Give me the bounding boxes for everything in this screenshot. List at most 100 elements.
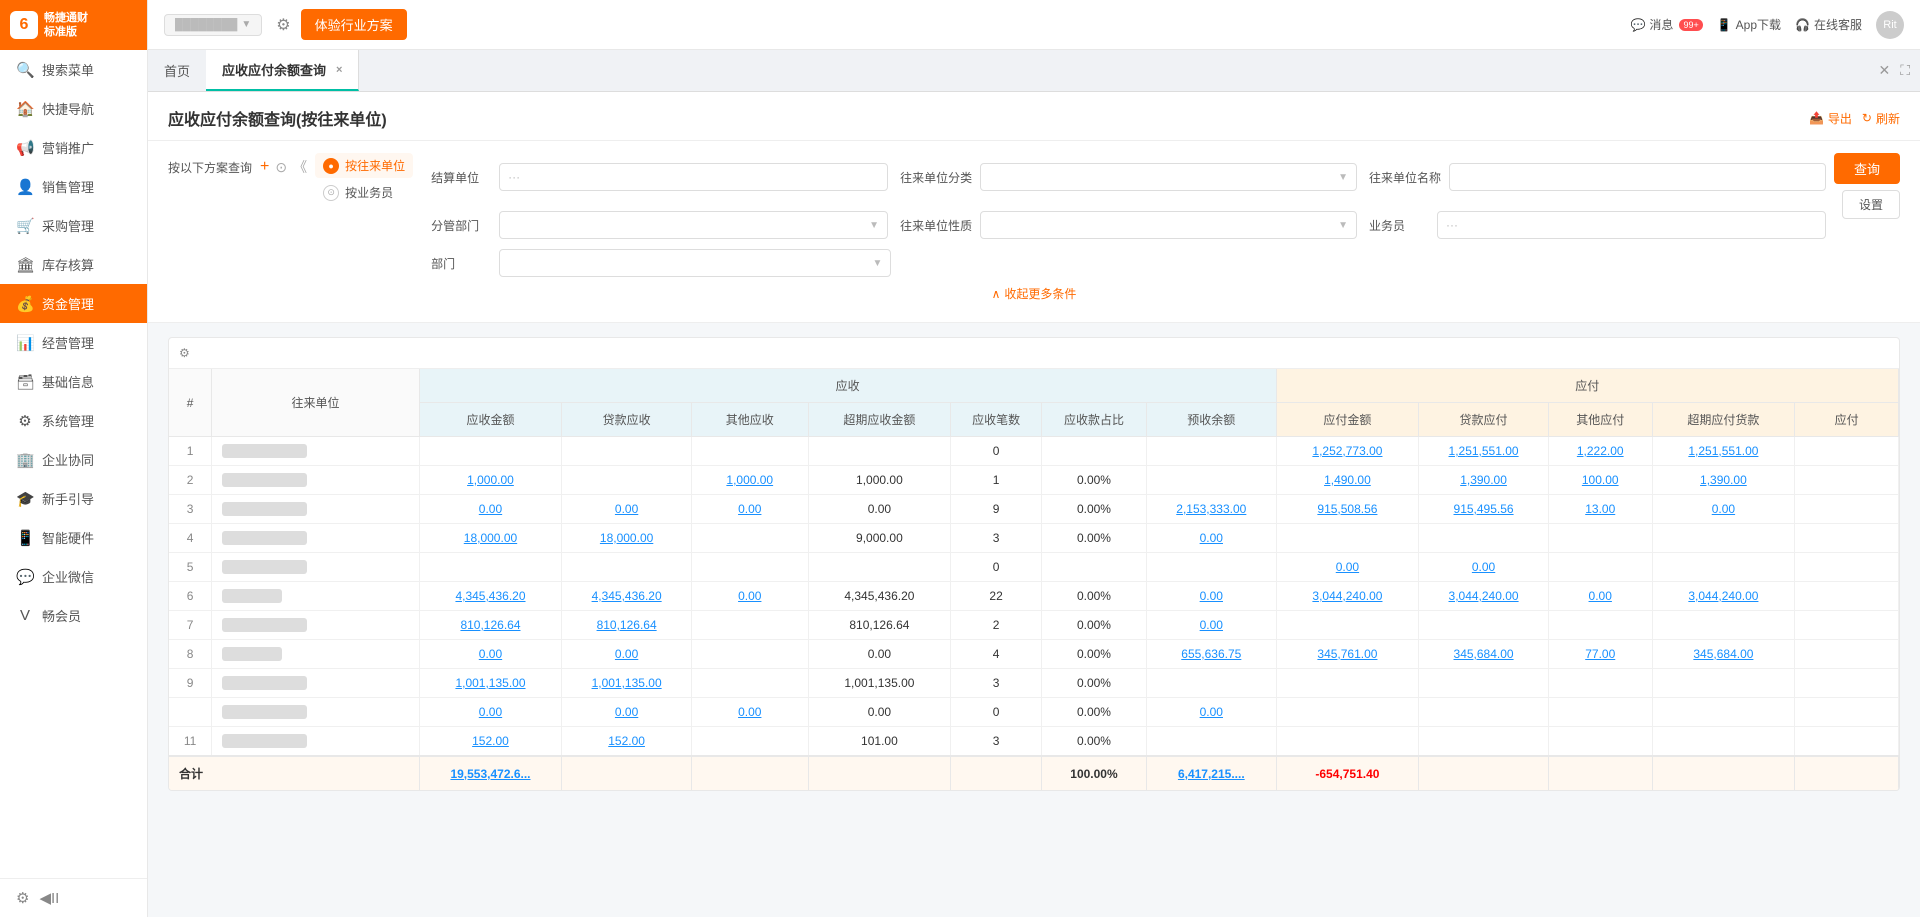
sidebar-item-wechat[interactable]: 💬 企业微信 [0, 557, 147, 596]
table-cell[interactable]: 3,044,240.00 [1276, 582, 1419, 611]
sidebar-item-sales[interactable]: 👤 销售管理 [0, 167, 147, 206]
unit-category-input[interactable]: ▼ [980, 163, 1357, 191]
salesperson-input[interactable]: ··· [1437, 211, 1826, 239]
table-cell[interactable]: 0.00 [419, 640, 562, 669]
sidebar-item-system[interactable]: ⚙ 系统管理 [0, 401, 147, 440]
export-button[interactable]: 📤 导出 [1809, 110, 1852, 127]
settings-scheme-icon[interactable]: ⊙ [275, 159, 287, 176]
table-cell[interactable]: 3,044,240.00 [1652, 582, 1795, 611]
sidebar-item-hardware[interactable]: 📱 智能硬件 [0, 518, 147, 557]
filter-option-by-unit[interactable]: ● 按往来单位 [315, 153, 413, 178]
unit-nature-input[interactable]: ▼ [980, 211, 1357, 239]
query-button[interactable]: 查询 [1834, 153, 1900, 184]
table-cell[interactable]: 0.00 [1146, 524, 1276, 553]
table-cell[interactable]: 1,390.00 [1419, 466, 1549, 495]
table-cell[interactable]: 3,044,240.00 [1419, 582, 1549, 611]
sidebar-item-finance[interactable]: 💰 资金管理 [0, 284, 147, 323]
table-cell: 0.00% [1041, 582, 1146, 611]
messages-button[interactable]: 💬 消息 99+ [1630, 16, 1702, 33]
table-cell[interactable]: 1,251,551.00 [1652, 437, 1795, 466]
table-cell[interactable]: 0.00 [562, 495, 692, 524]
app-download-button[interactable]: 📱 App下载 [1717, 16, 1781, 33]
footer-recv-amt[interactable]: 19,553,472.6... [419, 756, 562, 790]
table-cell[interactable]: 13.00 [1548, 495, 1652, 524]
table-cell[interactable]: 0.00 [1146, 698, 1276, 727]
table-cell[interactable]: 18,000.00 [562, 524, 692, 553]
maximize-window-icon[interactable]: ⛶ [1900, 62, 1910, 79]
table-cell[interactable]: 915,508.56 [1276, 495, 1419, 524]
table-cell[interactable]: 1,252,773.00 [1276, 437, 1419, 466]
sidebar-item-enterprise[interactable]: 🏢 企业协同 [0, 440, 147, 479]
table-cell[interactable]: 4,345,436.20 [419, 582, 562, 611]
table-cell[interactable]: 810,126.64 [419, 611, 562, 640]
add-scheme-icon[interactable]: + [260, 158, 269, 176]
tab-home[interactable]: 首页 [148, 51, 206, 90]
table-cell[interactable]: 1,251,551.00 [1419, 437, 1549, 466]
table-cell[interactable]: 1,000.00 [419, 466, 562, 495]
table-cell[interactable]: 0.00 [691, 582, 808, 611]
trial-industry-button[interactable]: 体验行业方案 [301, 9, 407, 40]
sidebar-item-quick-nav[interactable]: 🏠 快捷导航 [0, 89, 147, 128]
sidebar-item-basic-info[interactable]: 🗃 基础信息 [0, 362, 147, 401]
filter-option-by-staff[interactable]: ⊙ 按业务员 [315, 180, 413, 205]
table-cell[interactable]: 1,001,135.00 [419, 669, 562, 698]
table-cell[interactable]: 0.00 [1146, 582, 1276, 611]
sidebar-item-search-menu[interactable]: 🔍 搜索菜单 [0, 50, 147, 89]
online-service-button[interactable]: 🎧 在线客服 [1795, 16, 1862, 33]
table-cell[interactable]: 0.00 [1276, 553, 1419, 582]
table-cell[interactable]: 0.00 [691, 698, 808, 727]
settings-gear-icon[interactable]: ⚙ [16, 889, 29, 907]
table-cell[interactable]: 345,761.00 [1276, 640, 1419, 669]
collapse-filters-button[interactable]: ∧ 收起更多条件 [168, 277, 1900, 310]
table-cell[interactable]: 1,001,135.00 [562, 669, 692, 698]
sidebar-item-purchase[interactable]: 🛒 采购管理 [0, 206, 147, 245]
table-settings-icon[interactable]: ⚙ [179, 346, 190, 360]
collapse-sidebar-icon[interactable]: ◀II [39, 889, 59, 907]
sidebar-item-marketing[interactable]: 📢 营销推广 [0, 128, 147, 167]
company-selector[interactable]: ████████ ▼ [164, 14, 262, 36]
refresh-button[interactable]: ↻ 刷新 [1862, 110, 1900, 127]
table-cell[interactable]: 0.00 [419, 698, 562, 727]
sidebar-item-operations[interactable]: 📊 经营管理 [0, 323, 147, 362]
footer-recv-prepay[interactable]: 6,417,215.... [1146, 756, 1276, 790]
user-avatar[interactable]: Rit [1876, 11, 1904, 39]
table-cell[interactable]: 0.00 [419, 495, 562, 524]
table-cell[interactable]: 152.00 [562, 727, 692, 757]
unit-name-input[interactable] [1449, 163, 1826, 191]
collapse-scheme-icon[interactable]: 《 [293, 157, 307, 177]
table-cell[interactable]: 0.00 [562, 698, 692, 727]
table-cell[interactable]: 0.00 [691, 495, 808, 524]
table-cell[interactable]: 18,000.00 [419, 524, 562, 553]
sidebar-item-inventory[interactable]: 🏛 库存核算 [0, 245, 147, 284]
close-window-icon[interactable]: ✕ [1878, 62, 1890, 79]
table-cell[interactable]: 345,684.00 [1652, 640, 1795, 669]
dept-input[interactable]: ▼ [499, 249, 891, 277]
table-cell[interactable]: 1,490.00 [1276, 466, 1419, 495]
settings-button[interactable]: 设置 [1842, 190, 1900, 219]
sidebar-item-member[interactable]: V 畅会员 [0, 596, 147, 635]
table-cell[interactable]: 1,390.00 [1652, 466, 1795, 495]
table-cell[interactable]: 0.00 [1419, 553, 1549, 582]
table-cell[interactable]: 915,495.56 [1419, 495, 1549, 524]
table-cell[interactable]: 152.00 [419, 727, 562, 757]
table-cell[interactable]: 77.00 [1548, 640, 1652, 669]
table-cell[interactable]: 655,636.75 [1146, 640, 1276, 669]
table-cell[interactable]: 4,345,436.20 [562, 582, 692, 611]
sidebar-item-guide[interactable]: 🎓 新手引导 [0, 479, 147, 518]
settlement-unit-input[interactable]: ··· [499, 163, 888, 191]
topbar-gear-icon[interactable]: ⚙ [276, 15, 290, 35]
dept-manage-input[interactable]: ▼ [499, 211, 888, 239]
table-cell[interactable]: 810,126.64 [562, 611, 692, 640]
table-cell[interactable]: 1,000.00 [691, 466, 808, 495]
table-cell[interactable]: 100.00 [1548, 466, 1652, 495]
table-cell[interactable]: 2,153,333.00 [1146, 495, 1276, 524]
table-scroll[interactable]: # 往来单位 应收 应付 应收金额 贷款应收 其他应收 超期应收金额 应收笔数 [169, 369, 1899, 790]
tab-close-icon[interactable]: × [336, 64, 342, 76]
table-cell[interactable]: 345,684.00 [1419, 640, 1549, 669]
table-cell[interactable]: 1,222.00 [1548, 437, 1652, 466]
tab-ar-ap-query[interactable]: 应收应付余额查询 × [206, 50, 359, 91]
table-cell[interactable]: 0.00 [1548, 582, 1652, 611]
table-cell[interactable]: 0.00 [1146, 611, 1276, 640]
table-cell[interactable]: 0.00 [1652, 495, 1795, 524]
table-cell[interactable]: 0.00 [562, 640, 692, 669]
